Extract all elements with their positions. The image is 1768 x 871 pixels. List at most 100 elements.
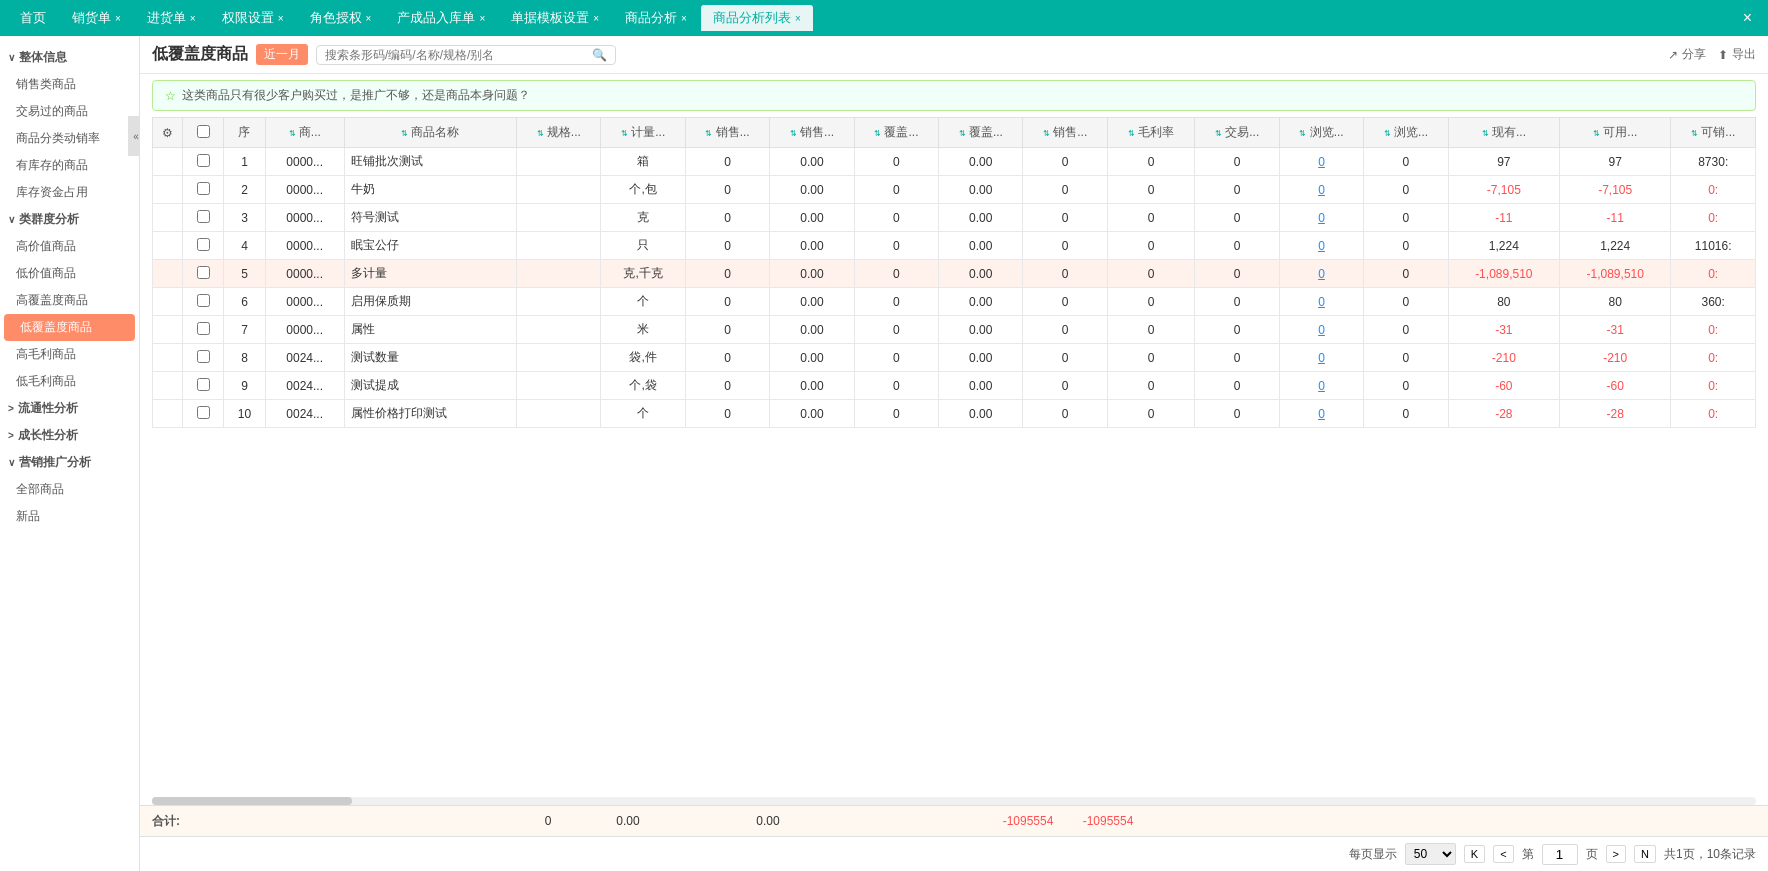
row-checkbox[interactable] [197, 210, 210, 223]
col-spec[interactable]: ⇅ 规格... [516, 118, 600, 148]
sidebar-item-new-goods[interactable]: 新品 [0, 503, 139, 530]
window-close-button[interactable]: × [1735, 9, 1760, 27]
col-browse2[interactable]: ⇅ 浏览... [1364, 118, 1448, 148]
share-button[interactable]: ↗ 分享 [1668, 46, 1706, 63]
row-checkbox[interactable] [197, 182, 210, 195]
sidebar-collapse-button[interactable]: « [128, 116, 140, 156]
first-page-button[interactable]: K [1464, 845, 1485, 863]
select-all-checkbox[interactable] [197, 125, 210, 138]
sidebar-item-high-profit[interactable]: 高毛利商品 [0, 341, 139, 368]
prev-page-button[interactable]: < [1493, 845, 1513, 863]
col-gross-rate[interactable]: ⇅ 毛利率 [1107, 118, 1195, 148]
nav-item-role[interactable]: 角色授权 × [298, 5, 384, 31]
cell-browse1[interactable]: 0 [1279, 260, 1363, 288]
search-input[interactable] [325, 48, 588, 62]
page-number-input[interactable] [1542, 844, 1578, 865]
cell-checkbox[interactable] [183, 260, 224, 288]
row-checkbox[interactable] [197, 238, 210, 251]
table-container[interactable]: ⚙ 序 ⇅ 商... ⇅ 商品名称 ⇅ 规格... ⇅ 计量... ⇅ 销售..… [152, 117, 1756, 797]
row-checkbox[interactable] [197, 294, 210, 307]
col-unit[interactable]: ⇅ 计量... [601, 118, 685, 148]
sidebar-section-circulation[interactable]: > 流通性分析 [0, 395, 139, 422]
col-settings[interactable]: ⚙ [153, 118, 183, 148]
sidebar-item-stock-goods[interactable]: 有库存的商品 [0, 152, 139, 179]
cell-browse1[interactable]: 0 [1279, 204, 1363, 232]
page-suffix-label: 页 [1586, 846, 1598, 863]
sidebar-section-cluster[interactable]: ∨ 类群度分析 [0, 206, 139, 233]
nav-template-close[interactable]: × [593, 13, 599, 24]
col-sales-detail[interactable]: ⇅ 销售... [1023, 118, 1107, 148]
col-code[interactable]: ⇅ 商... [265, 118, 344, 148]
nav-role-close[interactable]: × [366, 13, 372, 24]
sidebar-item-stock-capital[interactable]: 库存资金占用 [0, 179, 139, 206]
cell-browse1[interactable]: 0 [1279, 148, 1363, 176]
cell-checkbox[interactable] [183, 148, 224, 176]
row-checkbox[interactable] [197, 322, 210, 335]
col-current-stock[interactable]: ⇅ 现有... [1448, 118, 1559, 148]
row-checkbox[interactable] [197, 378, 210, 391]
nav-analysis-list-close[interactable]: × [795, 13, 801, 24]
cell-browse1[interactable]: 0 [1279, 176, 1363, 204]
horizontal-scrollbar[interactable] [152, 797, 1756, 805]
col-name[interactable]: ⇅ 商品名称 [344, 118, 516, 148]
sidebar-item-low-profit[interactable]: 低毛利商品 [0, 368, 139, 395]
cell-browse1[interactable]: 0 [1279, 316, 1363, 344]
sidebar-item-high-coverage[interactable]: 高覆盖度商品 [0, 287, 139, 314]
col-cov1[interactable]: ⇅ 覆盖... [854, 118, 938, 148]
cell-browse1[interactable]: 0 [1279, 400, 1363, 428]
row-checkbox[interactable] [197, 266, 210, 279]
col-sales-amt[interactable]: ⇅ 销售... [770, 118, 854, 148]
last-page-button[interactable]: N [1634, 845, 1656, 863]
nav-item-sales[interactable]: 销货单 × [60, 5, 133, 31]
nav-item-product[interactable]: 产成品入库单 × [385, 5, 497, 31]
cell-checkbox[interactable] [183, 372, 224, 400]
cell-checkbox[interactable] [183, 204, 224, 232]
cell-browse1[interactable]: 0 [1279, 288, 1363, 316]
cell-checkbox[interactable] [183, 232, 224, 260]
nav-item-permission[interactable]: 权限设置 × [210, 5, 296, 31]
nav-item-analysis[interactable]: 商品分析 × [613, 5, 699, 31]
sidebar-item-low-coverage[interactable]: 低覆盖度商品 [4, 314, 135, 341]
row-checkbox[interactable] [197, 154, 210, 167]
nav-product-close[interactable]: × [479, 13, 485, 24]
sidebar-section-growth[interactable]: > 成长性分析 [0, 422, 139, 449]
nav-sales-close[interactable]: × [115, 13, 121, 24]
cell-browse1[interactable]: 0 [1279, 372, 1363, 400]
sidebar-item-high-value[interactable]: 高价值商品 [0, 233, 139, 260]
col-transaction[interactable]: ⇅ 交易... [1195, 118, 1279, 148]
col-saleable[interactable]: ⇅ 可销... [1671, 118, 1756, 148]
cell-checkbox[interactable] [183, 316, 224, 344]
sidebar-section-marketing[interactable]: ∨ 营销推广分析 [0, 449, 139, 476]
cell-checkbox[interactable] [183, 176, 224, 204]
row-checkbox[interactable] [197, 350, 210, 363]
scrollbar-thumb[interactable] [152, 797, 352, 805]
nav-item-purchase[interactable]: 进货单 × [135, 5, 208, 31]
sidebar-item-category-rate[interactable]: 商品分类动销率 [0, 125, 139, 152]
cell-browse1[interactable]: 0 [1279, 344, 1363, 372]
cell-checkbox[interactable] [183, 344, 224, 372]
nav-item-analysis-list[interactable]: 商品分析列表 × [701, 5, 813, 31]
export-button[interactable]: ⬆ 导出 [1718, 46, 1756, 63]
time-filter-button[interactable]: 近一月 [256, 44, 308, 65]
sidebar-section-overall[interactable]: ∨ 整体信息 [0, 44, 139, 71]
row-checkbox[interactable] [197, 406, 210, 419]
cell-checkbox[interactable] [183, 400, 224, 428]
col-browse1[interactable]: ⇅ 浏览... [1279, 118, 1363, 148]
nav-item-home[interactable]: 首页 [8, 5, 58, 31]
nav-analysis-close[interactable]: × [681, 13, 687, 24]
per-page-select[interactable]: 50 100 200 [1405, 843, 1456, 865]
cell-checkbox[interactable] [183, 288, 224, 316]
sidebar-item-all-goods[interactable]: 全部商品 [0, 476, 139, 503]
cell-browse1[interactable]: 0 [1279, 232, 1363, 260]
nav-permission-close[interactable]: × [278, 13, 284, 24]
col-checkbox-header[interactable] [183, 118, 224, 148]
next-page-button[interactable]: > [1606, 845, 1626, 863]
nav-item-template[interactable]: 单据模板设置 × [499, 5, 611, 31]
sidebar-item-low-value[interactable]: 低价值商品 [0, 260, 139, 287]
sidebar-item-sales-goods[interactable]: 销售类商品 [0, 71, 139, 98]
nav-purchase-close[interactable]: × [190, 13, 196, 24]
col-available[interactable]: ⇅ 可用... [1560, 118, 1671, 148]
col-sales-qty[interactable]: ⇅ 销售... [685, 118, 769, 148]
sidebar-item-traded-goods[interactable]: 交易过的商品 [0, 98, 139, 125]
col-cov2[interactable]: ⇅ 覆盖... [939, 118, 1023, 148]
